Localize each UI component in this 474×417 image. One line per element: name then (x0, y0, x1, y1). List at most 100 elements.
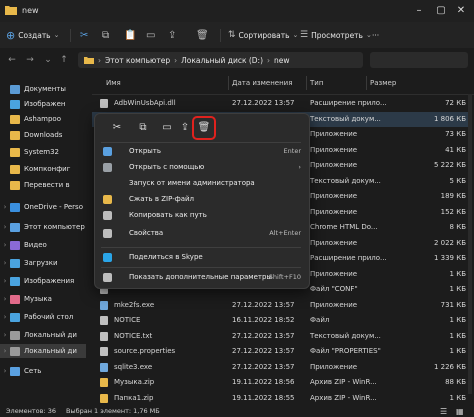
chevron-right-icon[interactable]: › (0, 277, 10, 285)
chevron-right-icon[interactable]: › (0, 313, 10, 321)
file-date: 16.11.2022 18:52 (232, 316, 295, 324)
nav-item[interactable]: › Загрузки (0, 256, 86, 270)
delete-button[interactable]: 🗑 (196, 25, 209, 45)
menu-item[interactable]: Свойства Alt+Enter (95, 226, 309, 241)
rename-button[interactable]: ▭ (146, 25, 155, 45)
details-view-icon[interactable]: ☰ (440, 407, 447, 416)
file-date: 27.12.2022 13:57 (232, 300, 295, 309)
menu-item[interactable]: Запуск от имени администратора (95, 176, 309, 191)
chevron-right-icon[interactable]: › (0, 331, 10, 339)
file-size: 1 339 КБ (433, 254, 466, 262)
table-row[interactable]: Папка1.zip 19.11.2022 18:55 Архив ZIP - Wi… (92, 391, 472, 406)
file-size: 2 022 КБ (433, 238, 466, 247)
breadcrumb[interactable]: › Этот компьютер › Локальный диск (D:) ›… (78, 52, 363, 68)
column-name-header[interactable]: Имя (106, 79, 121, 87)
minimize-button[interactable]: – (410, 4, 428, 18)
nav-item[interactable]: › OneDrive - Perso (0, 200, 86, 214)
menu-item[interactable]: Копировать как путь (95, 208, 309, 223)
nav-item[interactable]: Перевести в (0, 178, 86, 192)
menu-divider (101, 267, 301, 268)
file-size: 189 КБ (440, 192, 466, 200)
paste-button[interactable]: 📋 (124, 25, 136, 45)
up-button[interactable]: ↑ (58, 53, 70, 67)
nav-item[interactable]: › Музыка (0, 292, 86, 306)
breadcrumb-item[interactable]: Этот компьютер (105, 56, 170, 65)
menu-item[interactable]: Открыть с помощью › (95, 160, 309, 175)
table-row[interactable]: NOTICE.txt 27.12.2022 13:57 Текстовый доку… (92, 329, 472, 344)
nav-item[interactable]: Изображен (0, 97, 86, 111)
menu-item[interactable]: Сжать в ZIP-файл (95, 192, 309, 207)
tiles-view-icon[interactable]: ▦ (456, 407, 464, 416)
table-row[interactable]: AdbWinUsbApi.dll 27.12.2022 13:57 Расширен… (92, 96, 472, 111)
breadcrumb-item[interactable]: new (274, 56, 290, 65)
chevron-right-icon[interactable]: › (0, 347, 10, 355)
table-row[interactable]: mke2fs.exe 27.12.2022 13:57 Приложение 731 … (92, 298, 472, 313)
cut-button[interactable]: ✂ (80, 25, 88, 45)
nav-item-icon (10, 202, 20, 212)
nav-item[interactable]: System32 (0, 145, 86, 159)
nav-item[interactable]: Документы (0, 82, 86, 96)
create-button[interactable]: ⊕ Создать ⌄ (6, 25, 59, 45)
nav-item[interactable]: Компконфиг (0, 162, 86, 176)
menu-item-label: Открыть (129, 147, 161, 155)
table-row[interactable]: source.properties 27.12.2022 13:57 Файл "P… (92, 344, 472, 359)
nav-item[interactable]: › Изображения (0, 274, 86, 288)
nav-item[interactable]: › Локальный ди (0, 344, 86, 358)
search-input[interactable] (370, 52, 468, 68)
file-date: 27.12.2022 13:57 (232, 331, 295, 340)
table-row[interactable]: NOTICE 16.11.2022 18:52 Файл 1 КБ (92, 313, 472, 328)
menu-item-label: Свойства (129, 229, 164, 237)
column-divider (228, 76, 229, 90)
file-icon (100, 378, 108, 387)
more-button[interactable]: ··· (372, 25, 379, 45)
forward-button[interactable]: → (24, 53, 36, 67)
nav-item[interactable]: Ashampoo (0, 112, 86, 126)
file-icon (100, 331, 108, 341)
file-type: Приложение (310, 362, 358, 371)
rename-icon[interactable]: ▭ (159, 120, 175, 136)
open-with-icon (103, 163, 112, 172)
more-options-icon (103, 273, 112, 282)
chevron-right-icon[interactable]: › (0, 223, 10, 231)
menu-item-shortcut: › (298, 163, 301, 171)
copy-button[interactable]: ⧉ (102, 25, 109, 45)
nav-item[interactable]: › Рабочий стол (0, 310, 86, 324)
column-date-header[interactable]: Дата изменения (232, 79, 292, 87)
menu-item[interactable]: Поделиться в Skype (95, 250, 309, 265)
nav-item[interactable]: › Видео (0, 238, 86, 252)
scrollbar[interactable] (468, 94, 472, 394)
nav-item[interactable]: Downloads (0, 128, 86, 142)
chevron-right-icon[interactable]: › (0, 203, 10, 211)
menu-item-shortcut: Enter (283, 147, 301, 155)
chevron-right-icon[interactable]: › (0, 295, 10, 303)
file-date: 19.11.2022 18:56 (232, 378, 295, 386)
folder-icon (5, 6, 17, 15)
recent-button[interactable]: ⌄ (42, 53, 54, 67)
share-icon[interactable]: ⇪ (177, 120, 193, 136)
menu-item[interactable]: Открыть Enter (95, 144, 309, 159)
sort-button[interactable]: ⇅ Сортировать ⌄ (228, 25, 298, 45)
nav-item-icon (10, 84, 20, 94)
chevron-right-icon[interactable]: › (0, 259, 10, 267)
column-size-header[interactable]: Размер (370, 79, 396, 87)
chevron-right-icon[interactable]: › (0, 367, 10, 375)
table-row[interactable]: Музыка.zip 19.11.2022 18:56 Архив ZIP - Wi… (92, 375, 472, 390)
share-button[interactable]: ⇪ (168, 25, 176, 45)
close-button[interactable]: ✕ (452, 4, 470, 18)
nav-item[interactable]: › Сеть (0, 364, 86, 378)
column-type-header[interactable]: Тип (310, 79, 323, 87)
file-name: source.properties (114, 347, 176, 355)
chevron-right-icon[interactable]: › (0, 241, 10, 249)
sort-icon: ⇅ (228, 30, 236, 40)
menu-item[interactable]: Показать дополнительные параметры Shift+F… (95, 270, 309, 285)
view-button[interactable]: ☰ Просмотреть ⌄ (300, 25, 372, 45)
nav-item[interactable]: › Локальный ди (0, 328, 86, 342)
breadcrumb-item[interactable]: Локальный диск (D:) (181, 56, 263, 65)
file-type: Приложение (310, 207, 358, 216)
copy-icon[interactable]: ⧉ (135, 120, 151, 136)
nav-item[interactable]: › Этот компьютер (0, 220, 86, 234)
maximize-button[interactable]: ▢ (432, 4, 450, 18)
table-row[interactable]: sqlite3.exe 27.12.2022 13:57 Приложение 1 2… (92, 360, 472, 375)
back-button[interactable]: ← (6, 53, 18, 67)
cut-icon[interactable]: ✂ (109, 120, 125, 136)
